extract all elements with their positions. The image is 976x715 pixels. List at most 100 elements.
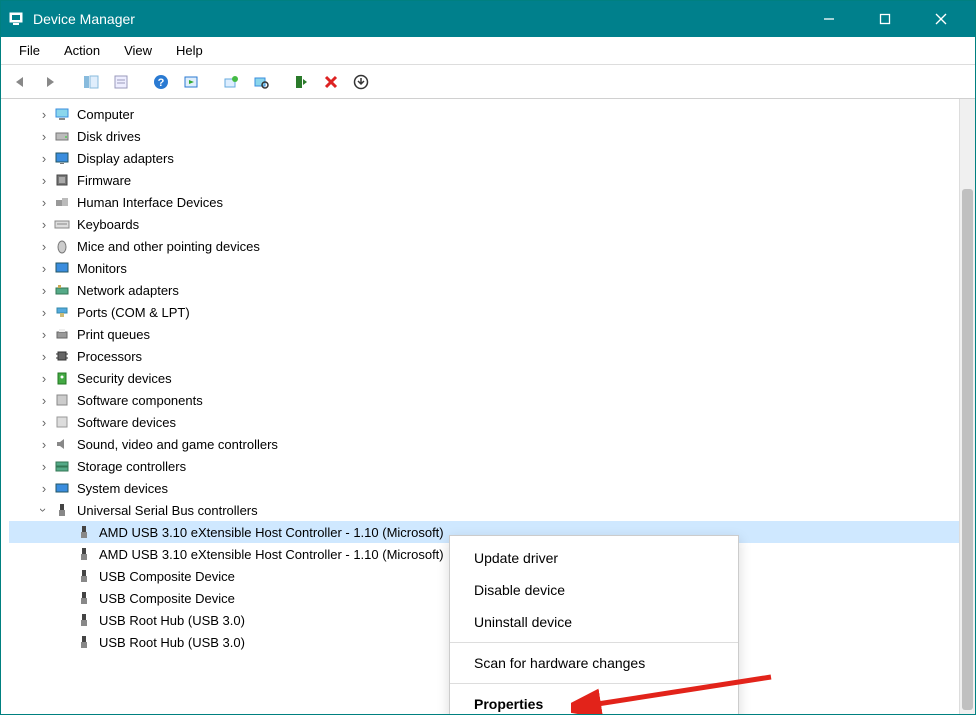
chevron-right-icon[interactable]: ›	[37, 349, 51, 363]
tree-item-label: Storage controllers	[77, 459, 186, 474]
ctx-disable-device[interactable]: Disable device	[450, 574, 738, 606]
menu-action[interactable]: Action	[54, 40, 110, 61]
tree-item-hid[interactable]: › Human Interface Devices	[9, 191, 959, 213]
ctx-uninstall-device[interactable]: Uninstall device	[450, 606, 738, 638]
separator	[450, 642, 738, 643]
update-driver-toolbar-button[interactable]	[217, 68, 245, 96]
chevron-right-icon[interactable]: ›	[37, 327, 51, 341]
menu-help[interactable]: Help	[166, 40, 213, 61]
show-hide-tree-button[interactable]	[77, 68, 105, 96]
properties-toolbar-button[interactable]	[107, 68, 135, 96]
disable-device-toolbar-button[interactable]	[347, 68, 375, 96]
usb-icon	[53, 501, 71, 519]
chevron-right-icon[interactable]: ›	[37, 371, 51, 385]
printer-icon	[53, 325, 71, 343]
menu-file[interactable]: File	[9, 40, 50, 61]
chevron-right-icon[interactable]: ›	[37, 415, 51, 429]
tree-item-label: Keyboards	[77, 217, 139, 232]
port-icon	[53, 303, 71, 321]
tree-item-network[interactable]: › Network adapters	[9, 279, 959, 301]
tree-item-label: System devices	[77, 481, 168, 496]
tree-item-usb-controllers[interactable]: › Universal Serial Bus controllers	[9, 499, 959, 521]
tree-item-print-queues[interactable]: › Print queues	[9, 323, 959, 345]
action-toolbar-button[interactable]	[177, 68, 205, 96]
chevron-right-icon[interactable]: ›	[37, 283, 51, 297]
forward-button[interactable]	[37, 68, 65, 96]
device-manager-window: Device Manager File Action View Help ?	[0, 0, 976, 715]
tree-item-label: Software devices	[77, 415, 176, 430]
scan-hardware-toolbar-button[interactable]	[247, 68, 275, 96]
chevron-right-icon[interactable]: ›	[37, 393, 51, 407]
tree-item-label: Print queues	[77, 327, 150, 342]
chevron-right-icon[interactable]: ›	[37, 437, 51, 451]
tree-item-label: USB Composite Device	[99, 591, 235, 606]
maximize-button[interactable]	[857, 1, 913, 37]
chevron-right-icon[interactable]: ›	[37, 261, 51, 275]
chevron-down-icon[interactable]: ›	[37, 503, 51, 517]
tree-item-label: Network adapters	[77, 283, 179, 298]
tree-item-label: Processors	[77, 349, 142, 364]
usb-icon	[75, 633, 93, 651]
minimize-button[interactable]	[801, 1, 857, 37]
system-icon	[53, 479, 71, 497]
tree-item-label: Sound, video and game controllers	[77, 437, 278, 452]
usb-icon	[75, 611, 93, 629]
tree-item-firmware[interactable]: › Firmware	[9, 169, 959, 191]
storage-icon	[53, 457, 71, 475]
device-tree[interactable]: › Computer › Disk drives › Display adapt…	[1, 99, 959, 714]
tree-item-computer[interactable]: › Computer	[9, 103, 959, 125]
chevron-right-icon[interactable]: ›	[37, 107, 51, 121]
window-title: Device Manager	[33, 11, 135, 27]
sound-icon	[53, 435, 71, 453]
keyboard-icon	[53, 215, 71, 233]
tree-item-system-devices[interactable]: › System devices	[9, 477, 959, 499]
tree-item-ports[interactable]: › Ports (COM & LPT)	[9, 301, 959, 323]
tree-item-keyboards[interactable]: › Keyboards	[9, 213, 959, 235]
ctx-properties[interactable]: Properties	[450, 688, 738, 714]
tree-item-label: AMD USB 3.10 eXtensible Host Controller …	[99, 547, 444, 562]
mouse-icon	[53, 237, 71, 255]
tree-item-label: USB Root Hub (USB 3.0)	[99, 635, 245, 650]
help-toolbar-button[interactable]: ?	[147, 68, 175, 96]
tree-item-sound[interactable]: › Sound, video and game controllers	[9, 433, 959, 455]
app-icon	[7, 10, 25, 28]
tree-item-monitors[interactable]: › Monitors	[9, 257, 959, 279]
tree-item-storage-controllers[interactable]: › Storage controllers	[9, 455, 959, 477]
chevron-right-icon[interactable]: ›	[37, 305, 51, 319]
titlebar[interactable]: Device Manager	[1, 1, 975, 37]
chevron-right-icon[interactable]: ›	[37, 129, 51, 143]
component-icon	[53, 391, 71, 409]
back-button[interactable]	[7, 68, 35, 96]
vertical-scrollbar[interactable]	[959, 99, 975, 714]
svg-text:?: ?	[158, 77, 165, 89]
chevron-right-icon[interactable]: ›	[37, 239, 51, 253]
chevron-right-icon[interactable]: ›	[37, 217, 51, 231]
close-button[interactable]	[913, 1, 969, 37]
tree-item-label: Firmware	[77, 173, 131, 188]
scrollbar-thumb[interactable]	[962, 189, 973, 710]
content-area: › Computer › Disk drives › Display adapt…	[1, 99, 975, 714]
enable-device-toolbar-button[interactable]	[287, 68, 315, 96]
uninstall-device-toolbar-button[interactable]	[317, 68, 345, 96]
tree-item-software-components[interactable]: › Software components	[9, 389, 959, 411]
chevron-right-icon[interactable]: ›	[37, 195, 51, 209]
chevron-right-icon[interactable]: ›	[37, 459, 51, 473]
tree-item-mice[interactable]: › Mice and other pointing devices	[9, 235, 959, 257]
chevron-right-icon[interactable]: ›	[37, 173, 51, 187]
chevron-right-icon[interactable]: ›	[37, 481, 51, 495]
tree-item-security[interactable]: › Security devices	[9, 367, 959, 389]
tree-item-disk-drives[interactable]: › Disk drives	[9, 125, 959, 147]
tree-item-label: USB Composite Device	[99, 569, 235, 584]
tree-item-display-adapters[interactable]: › Display adapters	[9, 147, 959, 169]
ctx-update-driver[interactable]: Update driver	[450, 542, 738, 574]
chevron-right-icon[interactable]: ›	[37, 151, 51, 165]
tree-item-label: Computer	[77, 107, 134, 122]
tree-item-label: Security devices	[77, 371, 172, 386]
usb-icon	[75, 589, 93, 607]
usb-icon	[75, 545, 93, 563]
tree-item-processors[interactable]: › Processors	[9, 345, 959, 367]
usb-icon	[75, 567, 93, 585]
ctx-scan-hardware[interactable]: Scan for hardware changes	[450, 647, 738, 679]
tree-item-software-devices[interactable]: › Software devices	[9, 411, 959, 433]
menu-view[interactable]: View	[114, 40, 162, 61]
